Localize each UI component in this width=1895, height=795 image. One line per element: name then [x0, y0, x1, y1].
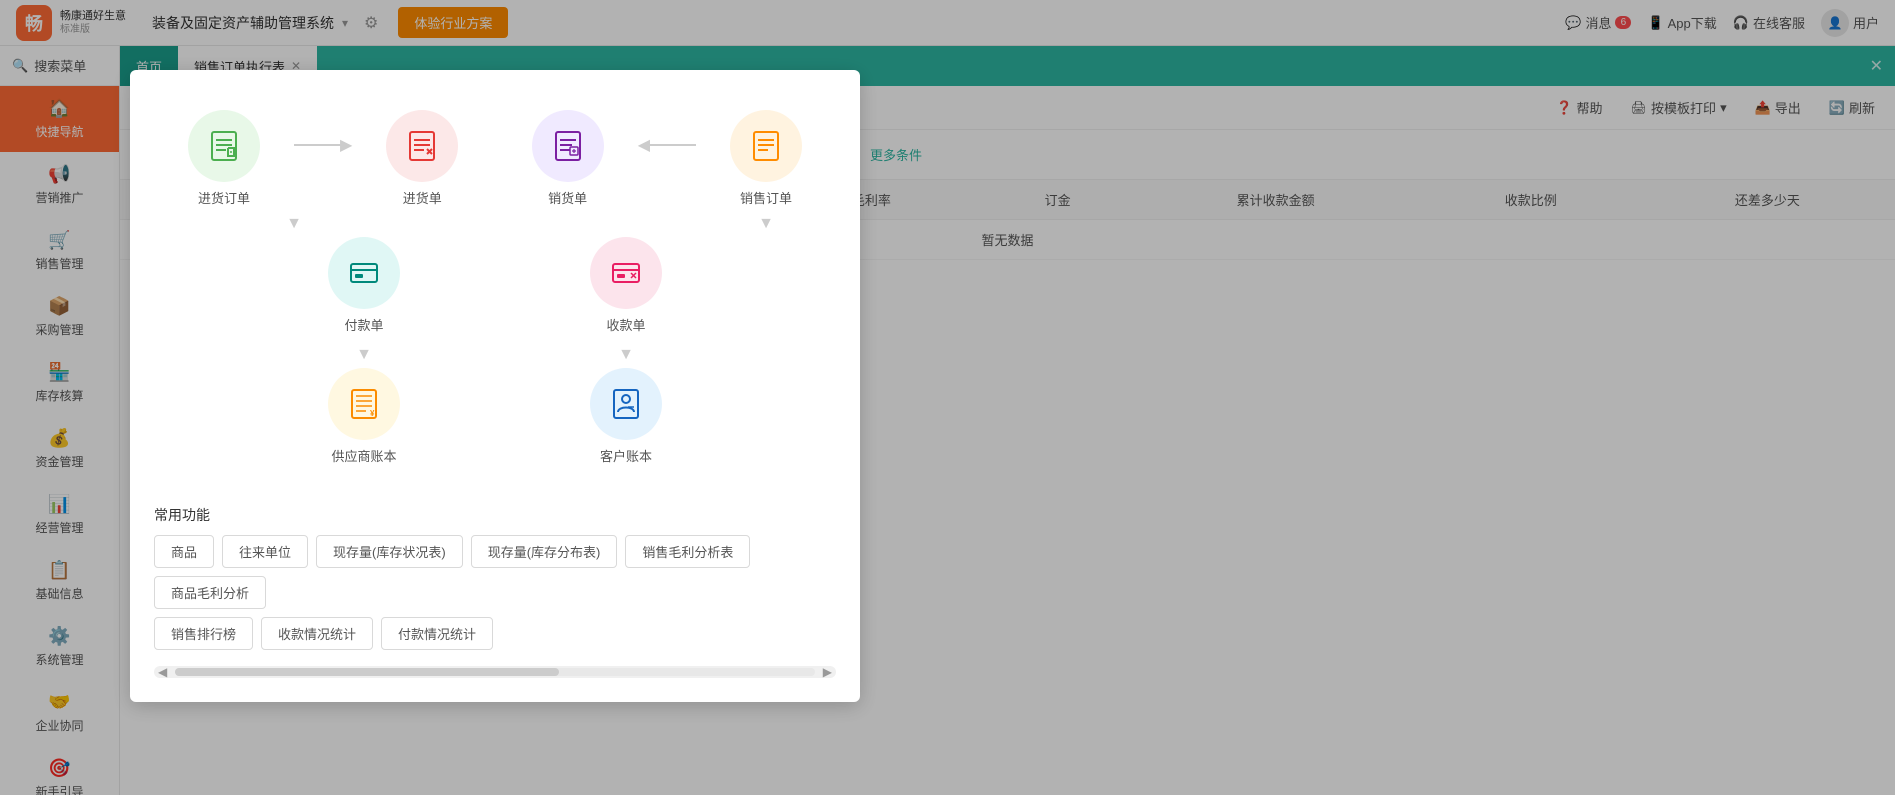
supplier-account-circle: ¥	[328, 368, 400, 440]
sales-bill-label: 销货单	[548, 188, 587, 207]
sales-bill-circle	[532, 110, 604, 182]
sales-order-circle	[730, 110, 802, 182]
flow-item-payment[interactable]: 付款单	[294, 237, 434, 334]
flow-row-2: 付款单 收款单	[154, 237, 836, 334]
purchase-receipt-label: 进货单	[403, 188, 442, 207]
func-btn-product[interactable]: 商品	[154, 535, 214, 568]
app-container: 畅 畅康通好生意 标准版 装备及固定资产辅助管理系统 ▾ ⚙ 体验行业方案 💬 …	[0, 0, 1895, 795]
receipt-circle	[590, 237, 662, 309]
scroll-thumb[interactable]	[175, 668, 559, 676]
scroll-track	[175, 668, 815, 676]
flow-item-customer-account[interactable]: 客户账本	[556, 368, 696, 465]
common-functions-title: 常用功能	[154, 505, 836, 525]
func-buttons-row2: 销售排行榜 收款情况统计 付款情况统计	[154, 617, 836, 650]
func-buttons: 商品 往来单位 现存量(库存状况表) 现存量(库存分布表) 销售毛利分析表 商品…	[154, 535, 836, 609]
flow-arrow-h1: ▶	[294, 135, 352, 155]
modal-overlay: 进货订单 ▶	[0, 0, 1895, 795]
flow-arrow-h2: ◀	[638, 135, 696, 155]
payment-circle	[328, 237, 400, 309]
svg-text:¥: ¥	[370, 409, 375, 418]
func-btn-sales-margin[interactable]: 销售毛利分析表	[625, 535, 750, 568]
flow-item-purchase-receipt[interactable]: 进货单	[352, 110, 492, 207]
customer-account-label: 客户账本	[600, 446, 652, 465]
receipt-label: 收款单	[606, 315, 645, 334]
scroll-left-icon[interactable]: ◀	[154, 665, 171, 679]
purchase-receipt-circle	[386, 110, 458, 182]
func-btn-payment-stats[interactable]: 付款情况统计	[381, 617, 493, 650]
flow-item-sales-order[interactable]: 销售订单	[696, 110, 836, 207]
func-btn-product-margin[interactable]: 商品毛利分析	[154, 576, 266, 609]
flow-item-purchase-order[interactable]: 进货订单	[154, 110, 294, 207]
flow-diagram: 进货订单 ▶	[154, 94, 836, 489]
flow-item-sales-bill[interactable]: 销货单	[498, 110, 638, 207]
payment-label: 付款单	[344, 315, 383, 334]
flow-row-1: 进货订单 ▶	[154, 110, 836, 207]
flow-row-3: ¥ 供应商账本	[154, 368, 836, 465]
modal-scrollbar[interactable]: ◀ ▶	[154, 666, 836, 678]
func-btn-inventory-dist[interactable]: 现存量(库存分布表)	[471, 535, 618, 568]
purchase-order-circle	[188, 110, 260, 182]
modal-box: 进货订单 ▶	[130, 70, 860, 702]
flow-item-supplier-account[interactable]: ¥ 供应商账本	[294, 368, 434, 465]
sales-order-label: 销售订单	[740, 188, 792, 207]
customer-account-circle	[590, 368, 662, 440]
purchase-order-label: 进货订单	[198, 188, 250, 207]
common-functions: 常用功能 商品 往来单位 现存量(库存状况表) 现存量(库存分布表) 销售毛利分…	[154, 505, 836, 650]
func-btn-inventory-status[interactable]: 现存量(库存状况表)	[316, 535, 463, 568]
func-btn-sales-ranking[interactable]: 销售排行榜	[154, 617, 253, 650]
flow-item-receipt[interactable]: 收款单	[556, 237, 696, 334]
func-btn-counterpart[interactable]: 往来单位	[222, 535, 308, 568]
func-btn-collection-stats[interactable]: 收款情况统计	[261, 617, 373, 650]
supplier-account-label: 供应商账本	[331, 446, 396, 465]
scroll-right-icon[interactable]: ▶	[819, 665, 836, 679]
